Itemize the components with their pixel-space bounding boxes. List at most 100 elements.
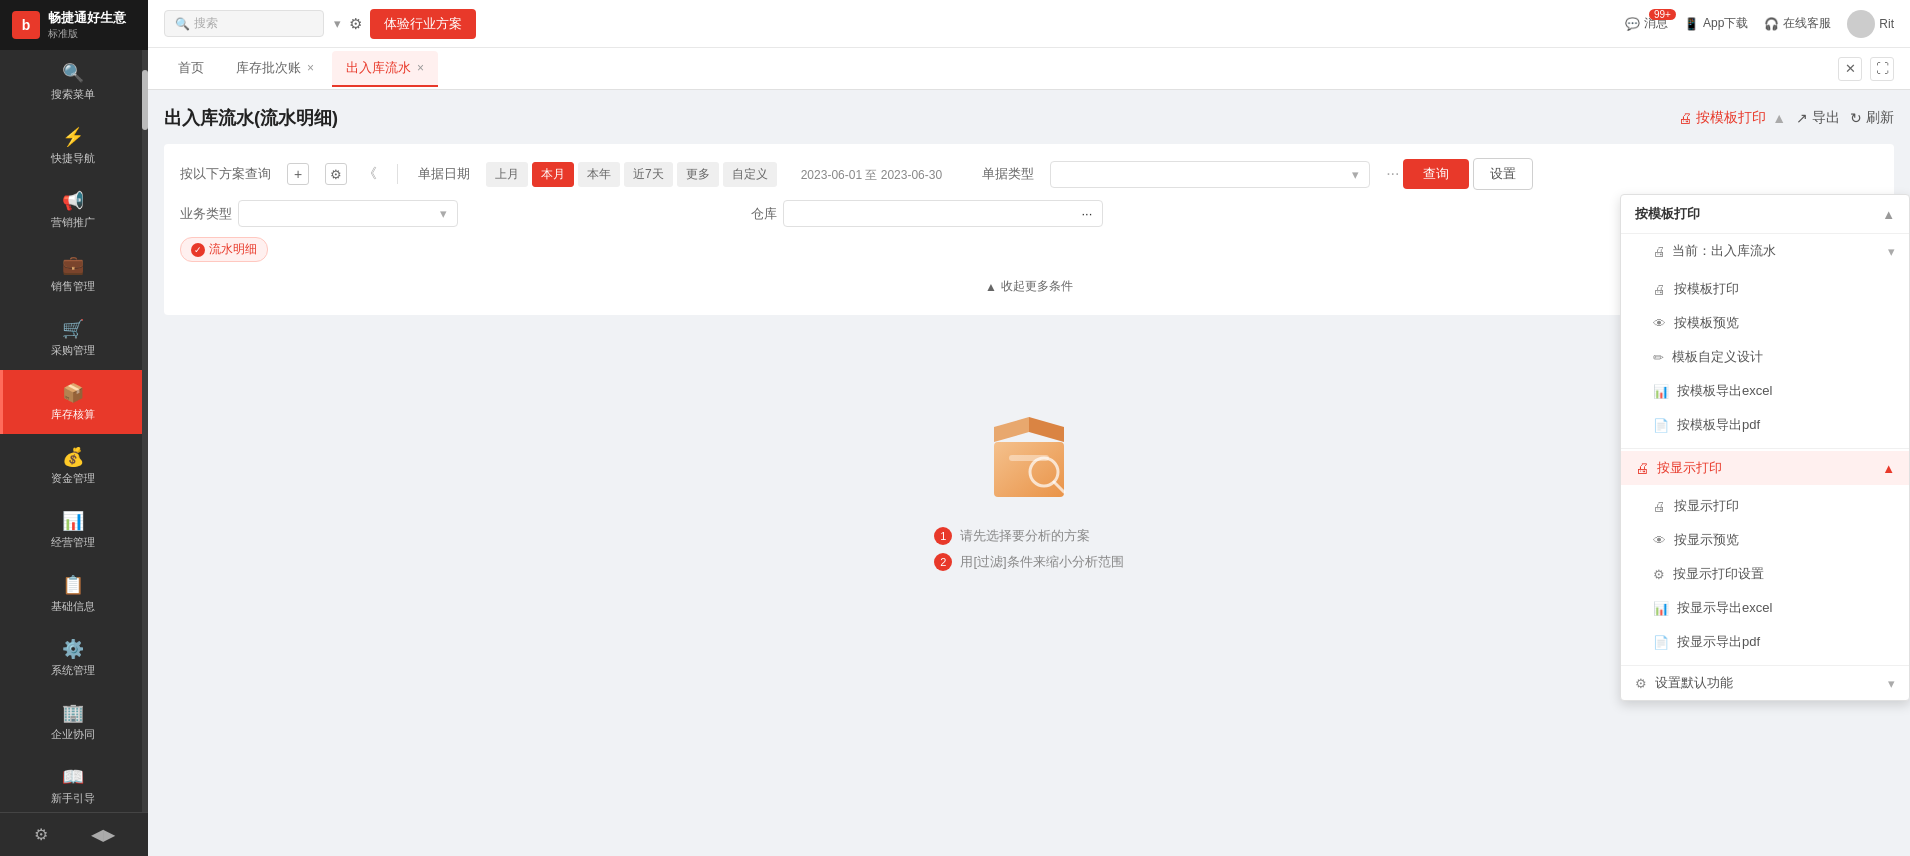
page-header: 出入库流水(流水明细) 🖨 按模板打印 ▲ ↗ 导出 ↻ 刷新	[164, 106, 1894, 130]
more-date-btn[interactable]: 更多	[677, 162, 719, 187]
sidebar-item-operations[interactable]: 📊 经营管理	[0, 498, 142, 562]
custom-design-icon: ✏	[1653, 350, 1664, 365]
set-btn[interactable]: 设置	[1473, 158, 1533, 190]
sidebar-item-sales[interactable]: 💼 销售管理	[0, 242, 142, 306]
custom-date-btn[interactable]: 自定义	[723, 162, 777, 187]
display-print-btn[interactable]: 🖨 按显示打印	[1621, 489, 1909, 523]
messages-btn[interactable]: 💬 消息 99+	[1625, 15, 1668, 32]
avatar	[1847, 10, 1875, 38]
display-export-pdf-btn[interactable]: 📄 按显示导出pdf	[1621, 625, 1909, 659]
print-dropdown-chevron[interactable]: ▲	[1772, 110, 1786, 126]
divider	[397, 164, 398, 184]
last7-btn[interactable]: 近7天	[624, 162, 673, 187]
sidebar-item-marketing[interactable]: 📢 营销推广	[0, 178, 142, 242]
display-section-chevron[interactable]: ▲	[1882, 461, 1895, 476]
sidebar-item-finance[interactable]: 💰 资金管理	[0, 434, 142, 498]
template-custom-btn[interactable]: ✏ 模板自定义设计	[1621, 340, 1909, 374]
filter-expand-btn[interactable]: 《	[363, 165, 377, 183]
tabs-bar: 首页 库存批次账 × 出入库流水 × ✕ ⛶	[148, 48, 1910, 90]
svg-marker-2	[1029, 417, 1064, 442]
topbar-gear-icon[interactable]: ⚙	[349, 15, 362, 33]
current-print-icon: 🖨	[1653, 244, 1666, 259]
topbar-search-chevron[interactable]: ▾	[334, 16, 341, 31]
refresh-btn[interactable]: ↻ 刷新	[1850, 109, 1894, 127]
warehouse-more-btn[interactable]: ···	[1081, 206, 1092, 221]
this-month-btn[interactable]: 本月	[532, 162, 574, 187]
close-page-btn[interactable]: ✕	[1838, 57, 1862, 81]
collapse-icon: ▲	[985, 280, 997, 294]
pdf-icon: 📄	[1653, 418, 1669, 433]
print-template-icon: 🖨	[1653, 282, 1666, 297]
topbar-right: 💬 消息 99+ 📱 App下载 🎧 在线客服 Rit	[1625, 10, 1894, 38]
template-print-btn[interactable]: 🖨 按模板打印	[1621, 272, 1909, 306]
more-options-btn[interactable]: ···	[1386, 165, 1399, 183]
expand-page-btn[interactable]: ⛶	[1870, 57, 1894, 81]
print-icon: 🖨	[1678, 110, 1692, 126]
sidebar-nav: 🔍 搜索菜单 ⚡ 快捷导航 📢 营销推广 💼 销售管理 🛒 采购管理	[0, 50, 142, 812]
template-export-excel-btn[interactable]: 📊 按模板导出excel	[1621, 374, 1909, 408]
refresh-icon: ↻	[1850, 110, 1862, 126]
filter-row-1: 按以下方案查询 + ⚙ 《 单据日期 上月 本月 本年 近7天 更多 自定义	[180, 158, 1878, 190]
topbar-search[interactable]: 🔍 搜索	[164, 10, 324, 37]
tab-inout-flow-close[interactable]: ×	[417, 61, 424, 75]
prev-month-btn[interactable]: 上月	[486, 162, 528, 187]
biz-type-dropdown[interactable]: ▾	[238, 200, 458, 227]
quicknav-icon: ⚡	[62, 126, 84, 148]
settings-btn[interactable]: ⚙	[34, 825, 48, 844]
sidebar-item-inventory[interactable]: 📦 库存核算	[0, 370, 142, 434]
print-template-btn[interactable]: 🖨 按模板打印 ▲	[1678, 109, 1786, 127]
filter-settings-btn[interactable]: ⚙	[325, 163, 347, 185]
tab-inventory-batch[interactable]: 库存批次账 ×	[222, 51, 328, 87]
sidebar-item-corp[interactable]: 🏢 企业协同	[0, 690, 142, 754]
sidebar-item-quicknav[interactable]: ⚡ 快捷导航	[0, 114, 142, 178]
display-preview-btn[interactable]: 👁 按显示预览	[1621, 523, 1909, 557]
current-section-chevron[interactable]: ▾	[1888, 244, 1895, 259]
query-btn[interactable]: 查询	[1403, 159, 1469, 189]
set-default-icon: ⚙	[1635, 676, 1647, 691]
filter-add-btn[interactable]: +	[287, 163, 309, 185]
sales-icon: 💼	[62, 254, 84, 276]
warehouse-row: 仓库 ···	[751, 200, 1306, 227]
print-current-section[interactable]: 🖨 当前：出入库流水 ▾	[1621, 234, 1909, 268]
set-default-chevron[interactable]: ▾	[1888, 676, 1895, 691]
page-actions: 🖨 按模板打印 ▲ ↗ 导出 ↻ 刷新 按模板	[1678, 109, 1894, 127]
empty-steps: 1 请先选择要分析的方案 2 用[过滤]条件来缩小分析范围	[934, 527, 1123, 571]
template-preview-btn[interactable]: 👁 按模板预览	[1621, 306, 1909, 340]
topbar: 🔍 搜索 ▾ ⚙ 体验行业方案 💬 消息 99+ 📱 App下载 🎧 在线客服	[148, 0, 1910, 48]
template-export-pdf-btn[interactable]: 📄 按模板导出pdf	[1621, 408, 1909, 442]
sidebar-footer: ⚙ ◀▶	[0, 812, 148, 856]
sidebar-item-guide[interactable]: 📖 新手引导	[0, 754, 142, 812]
display-print-icon: 🖨	[1653, 499, 1666, 514]
this-year-btn[interactable]: 本年	[578, 162, 620, 187]
bill-type-dropdown[interactable]: ▾	[1050, 161, 1370, 188]
tab-inout-flow[interactable]: 出入库流水 ×	[332, 51, 438, 87]
tab-home[interactable]: 首页	[164, 51, 218, 87]
collapse-sidebar-btn[interactable]: ◀▶	[91, 825, 115, 844]
display-print-settings-btn[interactable]: ⚙ 按显示打印设置	[1621, 557, 1909, 591]
user-avatar-area[interactable]: Rit	[1847, 10, 1894, 38]
sidebar-item-purchase[interactable]: 🛒 采购管理	[0, 306, 142, 370]
sidebar-item-search[interactable]: 🔍 搜索菜单	[0, 50, 142, 114]
sidebar-item-system[interactable]: ⚙️ 系统管理	[0, 626, 142, 690]
tab-inventory-batch-close[interactable]: ×	[307, 61, 314, 75]
print-panel-collapse-btn[interactable]: ▲	[1882, 207, 1895, 222]
section-divider	[1621, 448, 1909, 449]
online-service-btn[interactable]: 🎧 在线客服	[1764, 15, 1831, 32]
display-print-section-header[interactable]: 🖨 按显示打印 ▲	[1621, 451, 1909, 485]
excel-icon: 📊	[1653, 384, 1669, 399]
date-filter: 上月 本月 本年 近7天 更多 自定义	[486, 162, 777, 187]
sidebar-item-basics[interactable]: 📋 基础信息	[0, 562, 142, 626]
headset-icon: 🎧	[1764, 17, 1779, 31]
basics-icon: 📋	[62, 574, 84, 596]
warehouse-dropdown[interactable]: ···	[783, 200, 1103, 227]
phone-icon: 📱	[1684, 17, 1699, 31]
app-logo: b	[12, 11, 40, 39]
app-download-btn[interactable]: 📱 App下载	[1684, 15, 1748, 32]
empty-illustration	[979, 407, 1079, 507]
flow-tag[interactable]: ✓ 流水明细	[180, 237, 268, 262]
display-export-excel-btn[interactable]: 📊 按显示导出excel	[1621, 591, 1909, 625]
set-default-btn[interactable]: ⚙ 设置默认功能 ▾	[1621, 665, 1909, 700]
page-controls: ✕ ⛶	[1838, 57, 1894, 81]
export-btn[interactable]: ↗ 导出	[1796, 109, 1840, 127]
trial-industry-btn[interactable]: 体验行业方案	[370, 9, 476, 39]
